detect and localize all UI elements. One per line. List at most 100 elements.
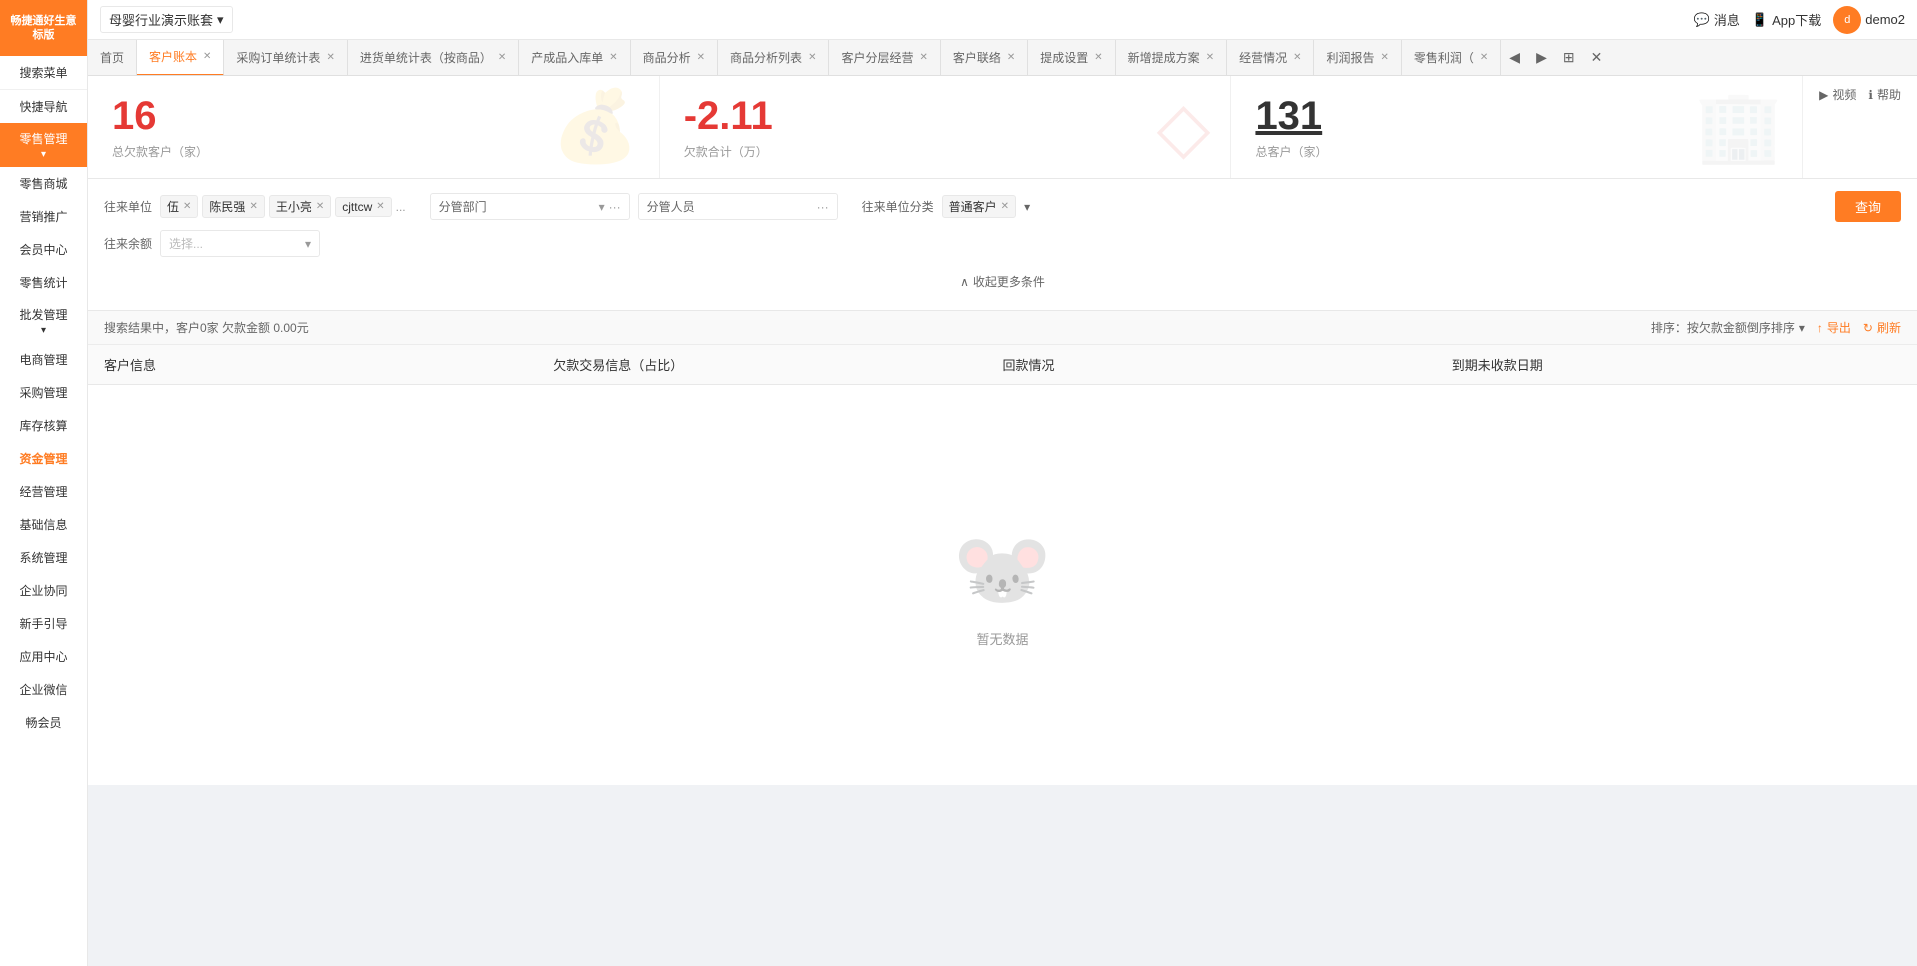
sidebar-item-system[interactable]: 系统管理 — [0, 541, 87, 574]
logo-subtext: 标版 — [33, 28, 55, 42]
category-tag-label: 普通客户 — [949, 198, 997, 215]
tab-retail-profit[interactable]: 零售利润（ ✕ — [1402, 40, 1501, 76]
sidebar-item-vip-member[interactable]: 畅会员 — [0, 706, 87, 739]
sidebar-item-basic-info[interactable]: 基础信息 — [0, 508, 87, 541]
export-icon: ↑ — [1817, 321, 1823, 335]
tab-customer-contact-close[interactable]: ✕ — [1007, 52, 1015, 63]
tab-scroll-right[interactable]: ▶ — [1528, 40, 1555, 76]
tab-customer-segment[interactable]: 客户分层经营 ✕ — [829, 40, 940, 76]
tab-new-promotion-plan-close[interactable]: ✕ — [1206, 52, 1214, 63]
tab-customers-close[interactable]: ✕ — [203, 51, 211, 62]
query-button[interactable]: 查询 — [1835, 191, 1901, 222]
sidebar-item-retail[interactable]: 零售管理 ▾ — [0, 123, 87, 167]
tab-business-status-close[interactable]: ✕ — [1293, 52, 1301, 63]
tab-new-promotion-plan[interactable]: 新增提成方案 ✕ — [1116, 40, 1227, 76]
help-button[interactable]: ℹ 帮助 — [1868, 86, 1901, 103]
video-button[interactable]: ▶ 视频 — [1819, 86, 1856, 103]
empty-text: 暂无数据 — [976, 629, 1028, 648]
account-label: 母婴行业演示账套 — [109, 10, 213, 29]
export-button[interactable]: ↑ 导出 — [1817, 319, 1851, 336]
sidebar-item-finance[interactable]: 资金管理 — [0, 442, 87, 475]
tab-product-inbound-close[interactable]: ✕ — [609, 52, 617, 63]
sidebar-item-inventory[interactable]: 库存核算 — [0, 409, 87, 442]
tab-profit-report-label: 利润报告 — [1326, 49, 1374, 66]
sidebar-item-wholesale-label: 批发管理 — [19, 306, 67, 323]
tab-promotion-settings[interactable]: 提成设置 ✕ — [1028, 40, 1115, 76]
filter-tag-0-label: 伍 — [167, 198, 179, 215]
unit-label: 往来单位 — [104, 198, 152, 215]
sidebar-item-member[interactable]: 会员中心 — [0, 233, 87, 266]
user-name: demo2 — [1865, 12, 1905, 27]
table-col-customer-info: 客户信息 — [104, 355, 553, 374]
tab-customers[interactable]: 客户账本 ✕ — [137, 40, 224, 76]
sidebar-item-marketing[interactable]: 营销推广 — [0, 200, 87, 233]
sidebar-item-search[interactable]: 搜索菜单 — [0, 56, 87, 90]
sidebar-item-new-user[interactable]: 新手引导 — [0, 607, 87, 640]
filter-tag-0-close[interactable]: ✕ — [183, 201, 191, 212]
filter-tag-1-close[interactable]: ✕ — [249, 201, 257, 212]
collapse-label: 收起更多条件 — [973, 273, 1045, 290]
tab-goods-analysis-list-label: 商品分析列表 — [730, 49, 802, 66]
collapse-button[interactable]: ∧ 收起更多条件 — [948, 269, 1057, 294]
tab-profit-report[interactable]: 利润报告 ✕ — [1314, 40, 1401, 76]
tab-product-inbound[interactable]: 产成品入库单 ✕ — [519, 40, 630, 76]
sidebar-item-quick-nav[interactable]: 快捷导航 — [0, 90, 87, 123]
dept-select[interactable]: 分管部门 ▾ ··· — [430, 193, 630, 220]
messages-label: 消息 — [1714, 10, 1740, 29]
person-select[interactable]: 分管人员 ··· — [638, 193, 838, 220]
filter-tag-0: 伍 ✕ — [160, 195, 198, 218]
tab-business-status[interactable]: 经营情况 ✕ — [1227, 40, 1314, 76]
sidebar-item-app-center[interactable]: 应用中心 — [0, 640, 87, 673]
tab-customer-contact-label: 客户联络 — [953, 49, 1001, 66]
sidebar-item-ecommerce[interactable]: 电商管理 — [0, 343, 87, 376]
tab-purchase-orders-close[interactable]: ✕ — [326, 52, 334, 63]
category-tag-close[interactable]: ✕ — [1001, 201, 1009, 212]
filter-area: 往来单位 伍 ✕ 陈民强 ✕ 王小亮 ✕ cjttcw — [88, 179, 1917, 311]
sidebar-item-purchase[interactable]: 采购管理 — [0, 376, 87, 409]
refresh-button[interactable]: ↻ 刷新 — [1863, 319, 1901, 336]
sidebar-item-operations[interactable]: 经营管理 — [0, 475, 87, 508]
sidebar-item-retail-mall[interactable]: 零售商城 — [0, 167, 87, 200]
sidebar-item-retail-stats[interactable]: 零售统计 — [0, 266, 87, 299]
tab-goods-analysis-list-close[interactable]: ✕ — [808, 52, 816, 63]
tab-profit-report-close[interactable]: ✕ — [1381, 52, 1389, 63]
tab-product-inbound-label: 产成品入库单 — [531, 49, 603, 66]
main-content: 母婴行业演示账套 ▾ 💬 消息 📱 App下载 d demo2 首页 客户账本 … — [88, 0, 1917, 966]
tab-customer-contact[interactable]: 客户联络 ✕ — [941, 40, 1028, 76]
search-results-actions: 排序：按欠款金额倒序排序 ▾ ↑ 导出 ↻ 刷新 — [1651, 319, 1901, 336]
filter-tag-2-close[interactable]: ✕ — [316, 201, 324, 212]
filter-tag-2-label: 王小亮 — [276, 198, 312, 215]
tab-inbound-stats[interactable]: 进货单统计表（按商品） ✕ — [348, 40, 519, 76]
tab-inbound-stats-close[interactable]: ✕ — [498, 52, 506, 63]
sidebar-item-wholesale[interactable]: 批发管理 ▾ — [0, 299, 87, 343]
sidebar-item-enterprise-wechat[interactable]: 企业微信 — [0, 673, 87, 706]
tab-customer-segment-close[interactable]: ✕ — [919, 52, 927, 63]
topbar-right: 💬 消息 📱 App下载 d demo2 — [1694, 6, 1905, 34]
tab-promotion-settings-label: 提成设置 — [1040, 49, 1088, 66]
remaining-select[interactable]: 选择... ▾ — [160, 230, 320, 257]
stat-icon-building: 🏢 — [1695, 86, 1782, 168]
sidebar-item-enterprise-collab[interactable]: 企业协同 — [0, 574, 87, 607]
stat-icon-diamond: ◇ — [1157, 86, 1211, 168]
filter-tag-3-close[interactable]: ✕ — [376, 201, 384, 212]
tab-goods-analysis-list[interactable]: 商品分析列表 ✕ — [718, 40, 829, 76]
filter-tags-more[interactable]: ... — [396, 200, 406, 214]
remaining-chevron-icon: ▾ — [305, 237, 311, 251]
collapse-up-icon: ∧ — [960, 275, 969, 289]
tab-goods-analysis-close[interactable]: ✕ — [697, 52, 705, 63]
app-download-button[interactable]: 📱 App下载 — [1752, 10, 1821, 29]
tab-purchase-orders[interactable]: 采购订单统计表 ✕ — [224, 40, 347, 76]
tab-home[interactable]: 首页 — [88, 40, 137, 76]
account-selector[interactable]: 母婴行业演示账套 ▾ — [100, 6, 233, 33]
messages-button[interactable]: 💬 消息 — [1694, 10, 1740, 29]
tab-promotion-settings-close[interactable]: ✕ — [1094, 52, 1102, 63]
tab-scroll-left[interactable]: ◀ — [1501, 40, 1528, 76]
tab-close-all[interactable]: ✕ — [1583, 40, 1611, 76]
tab-goods-analysis[interactable]: 商品分析 ✕ — [631, 40, 718, 76]
dept-dots: ··· — [609, 200, 621, 214]
sort-button[interactable]: 排序：按欠款金额倒序排序 ▾ — [1651, 319, 1805, 336]
tab-retail-profit-close[interactable]: ✕ — [1480, 52, 1488, 63]
category-select-arrow[interactable]: ▾ — [1020, 198, 1044, 216]
user-menu[interactable]: d demo2 — [1833, 6, 1905, 34]
tab-expand-all[interactable]: ⊞ — [1555, 40, 1583, 76]
